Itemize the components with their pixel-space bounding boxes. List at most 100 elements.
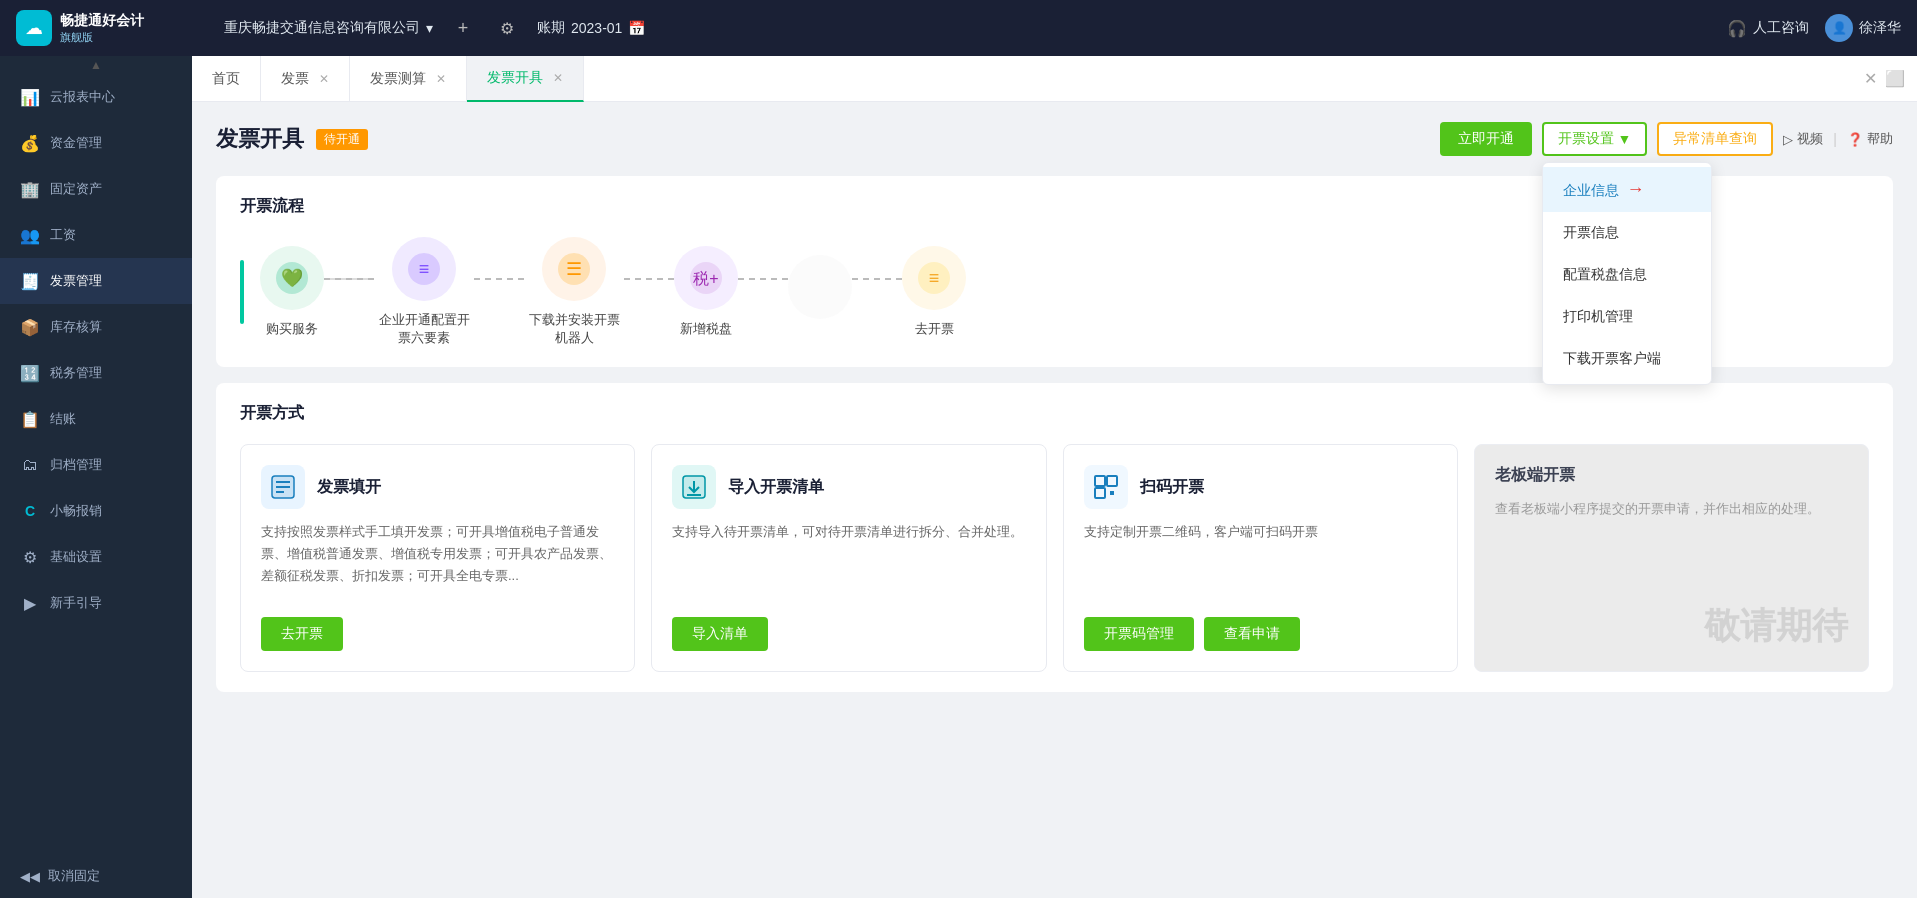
page-header: 发票开具 待开通 立即开通 开票设置 ▼ (216, 122, 1893, 156)
sidebar-item-invoice[interactable]: 🧾 发票管理 (0, 258, 192, 304)
download-client-label: 下载开票客户端 (1563, 350, 1661, 366)
maximize-icon[interactable]: ⬜ (1885, 69, 1905, 88)
tab-home-label: 首页 (212, 70, 240, 88)
settings-dropdown-button[interactable]: 开票设置 ▼ (1542, 122, 1648, 156)
calendar-icon: 📅 (628, 20, 645, 36)
inventory-icon: 📦 (20, 317, 40, 337)
sidebar-item-settlement[interactable]: 📋 结账 (0, 396, 192, 442)
chevron-down-icon: ▼ (1618, 131, 1632, 147)
support-button[interactable]: 🎧 人工咨询 (1727, 19, 1809, 38)
svg-rect-20 (1107, 476, 1117, 486)
buy-service-icon: 💚 (260, 246, 324, 310)
fill-card-desc: 支持按照发票样式手工填开发票；可开具增值税电子普通发票、增值税普通发票、增值税专… (261, 521, 614, 601)
fill-card-btn[interactable]: 去开票 (261, 617, 343, 651)
import-icon (672, 465, 716, 509)
tab-invoice-calc-label: 发票测算 (370, 70, 426, 88)
user-menu[interactable]: 👤 徐泽华 (1825, 14, 1901, 42)
fill-card-title: 发票填开 (317, 477, 381, 498)
tab-invoice-open[interactable]: 发票开具 ✕ (467, 56, 584, 102)
sidebar-item-label: 结账 (50, 410, 76, 428)
tab-invoice-open-close[interactable]: ✕ (553, 71, 563, 85)
chevron-down-icon: ▾ (426, 20, 433, 36)
sidebar-item-label: 税务管理 (50, 364, 102, 382)
exception-button[interactable]: 异常清单查询 (1657, 122, 1773, 156)
cancel-fixed-button[interactable]: ◀◀ 取消固定 (0, 854, 192, 898)
sidebar-item-tax[interactable]: 🔢 税务管理 (0, 350, 192, 396)
activate-button[interactable]: 立即开通 (1440, 122, 1532, 156)
play-icon: ▷ (1783, 132, 1793, 147)
svg-text:≡: ≡ (929, 268, 940, 288)
sidebar-item-fixed-assets[interactable]: 🏢 固定资产 (0, 166, 192, 212)
help-button[interactable]: ❓ 帮助 (1847, 130, 1893, 148)
sidebar-item-fund[interactable]: 💰 资金管理 (0, 120, 192, 166)
billing-card-boss: 老板端开票 查看老板端小程序提交的开票申请，并作出相应的处理。 敬请期待 (1474, 444, 1869, 672)
dropdown-item-download-client[interactable]: 下载开票客户端 (1543, 338, 1711, 380)
svg-rect-22 (1110, 491, 1114, 495)
svg-text:💚: 💚 (281, 267, 304, 289)
sidebar-item-label: 归档管理 (50, 456, 102, 474)
billing-methods-title: 开票方式 (240, 403, 1869, 424)
exception-label: 异常清单查询 (1673, 130, 1757, 148)
tax-disk-label: 配置税盘信息 (1563, 266, 1647, 282)
sidebar-item-cloud-report[interactable]: 📊 云报表中心 (0, 74, 192, 120)
tab-invoice-list-label: 发票 (281, 70, 309, 88)
tab-invoice-list[interactable]: 发票 ✕ (261, 56, 350, 102)
tab-invoice-calc[interactable]: 发票测算 ✕ (350, 56, 467, 102)
sidebar-item-salary[interactable]: 👥 工资 (0, 212, 192, 258)
help-label: 帮助 (1867, 130, 1893, 148)
dropdown-item-invoice-info[interactable]: 开票信息 (1543, 212, 1711, 254)
sidebar-item-label: 小畅报销 (50, 502, 102, 520)
settings-icon[interactable]: ⚙ (493, 14, 521, 42)
tab-home[interactable]: 首页 (192, 56, 261, 102)
import-card-btn[interactable]: 导入清单 (672, 617, 768, 651)
avatar: 👤 (1825, 14, 1853, 42)
add-tab-button[interactable]: + (449, 14, 477, 42)
sidebar-item-label: 云报表中心 (50, 88, 115, 106)
video-button[interactable]: ▷ 视频 (1783, 130, 1823, 148)
invoice-step-label: 去开票 (915, 320, 954, 338)
flow-step-add-disk: 税+ 新增税盘 (674, 246, 738, 338)
logo-title: 畅捷通好会计 (60, 12, 144, 30)
fund-icon: 💰 (20, 133, 40, 153)
period-value: 2023-01 (571, 20, 622, 36)
flow-connector-middle (788, 255, 852, 329)
status-badge: 待开通 (316, 129, 368, 150)
flow-steps: 💚 购买服务 ≡ 企业开通配置开票六要素 (260, 237, 966, 347)
settings-icon: ⚙ (20, 547, 40, 567)
sidebar-item-guide[interactable]: ▶ 新手引导 (0, 580, 192, 626)
sidebar-item-archive[interactable]: 🗂 归档管理 (0, 442, 192, 488)
tab-invoice-list-close[interactable]: ✕ (319, 72, 329, 86)
scan-qr-btn[interactable]: 开票码管理 (1084, 617, 1194, 651)
invoice-icon: 🧾 (20, 271, 40, 291)
buy-service-label: 购买服务 (266, 320, 318, 338)
svg-rect-21 (1095, 488, 1105, 498)
header-actions: 立即开通 开票设置 ▼ 企业信息 → (1440, 122, 1894, 156)
dropdown-item-printer[interactable]: 打印机管理 (1543, 296, 1711, 338)
sidebar-item-report[interactable]: C 小畅报销 (0, 488, 192, 534)
dropdown-item-company-info[interactable]: 企业信息 → (1543, 167, 1711, 212)
config-label: 企业开通配置开票六要素 (374, 311, 474, 347)
company-selector[interactable]: 重庆畅捷交通信息咨询有限公司 ▾ (224, 19, 433, 37)
sidebar-item-inventory[interactable]: 📦 库存核算 (0, 304, 192, 350)
dropdown-item-tax-disk[interactable]: 配置税盘信息 (1543, 254, 1711, 296)
scan-icon (1084, 465, 1128, 509)
report-icon: C (20, 501, 40, 521)
archive-icon: 🗂 (20, 455, 40, 475)
close-window-icon[interactable]: ✕ (1864, 69, 1877, 88)
invoice-info-label: 开票信息 (1563, 224, 1619, 240)
sidebar-item-settings[interactable]: ⚙ 基础设置 (0, 534, 192, 580)
sidebar: ▲ 📊 云报表中心 💰 资金管理 🏢 固定资产 👥 工资 🧾 发票管理 (0, 56, 192, 898)
tab-invoice-calc-close[interactable]: ✕ (436, 72, 446, 86)
download-label: 下载并安装开票机器人 (524, 311, 624, 347)
sidebar-scroll-up[interactable]: ▲ (0, 56, 192, 74)
svg-text:税+: 税+ (693, 270, 718, 287)
guide-icon: ▶ (20, 593, 40, 613)
boss-card-desc: 查看老板端小程序提交的开票申请，并作出相应的处理。 (1495, 498, 1848, 578)
scan-apply-btn[interactable]: 查看申请 (1204, 617, 1300, 651)
period-selector[interactable]: 账期 2023-01 📅 (537, 19, 645, 37)
billing-methods-section: 开票方式 发票填开 支持按照发票样式手工填开发票；可开具增值税电子普通发票、增值… (216, 383, 1893, 692)
salary-icon: 👥 (20, 225, 40, 245)
svg-rect-19 (1095, 476, 1105, 486)
logo-icon: ☁ (16, 10, 52, 46)
company-info-label: 企业信息 (1563, 182, 1619, 198)
